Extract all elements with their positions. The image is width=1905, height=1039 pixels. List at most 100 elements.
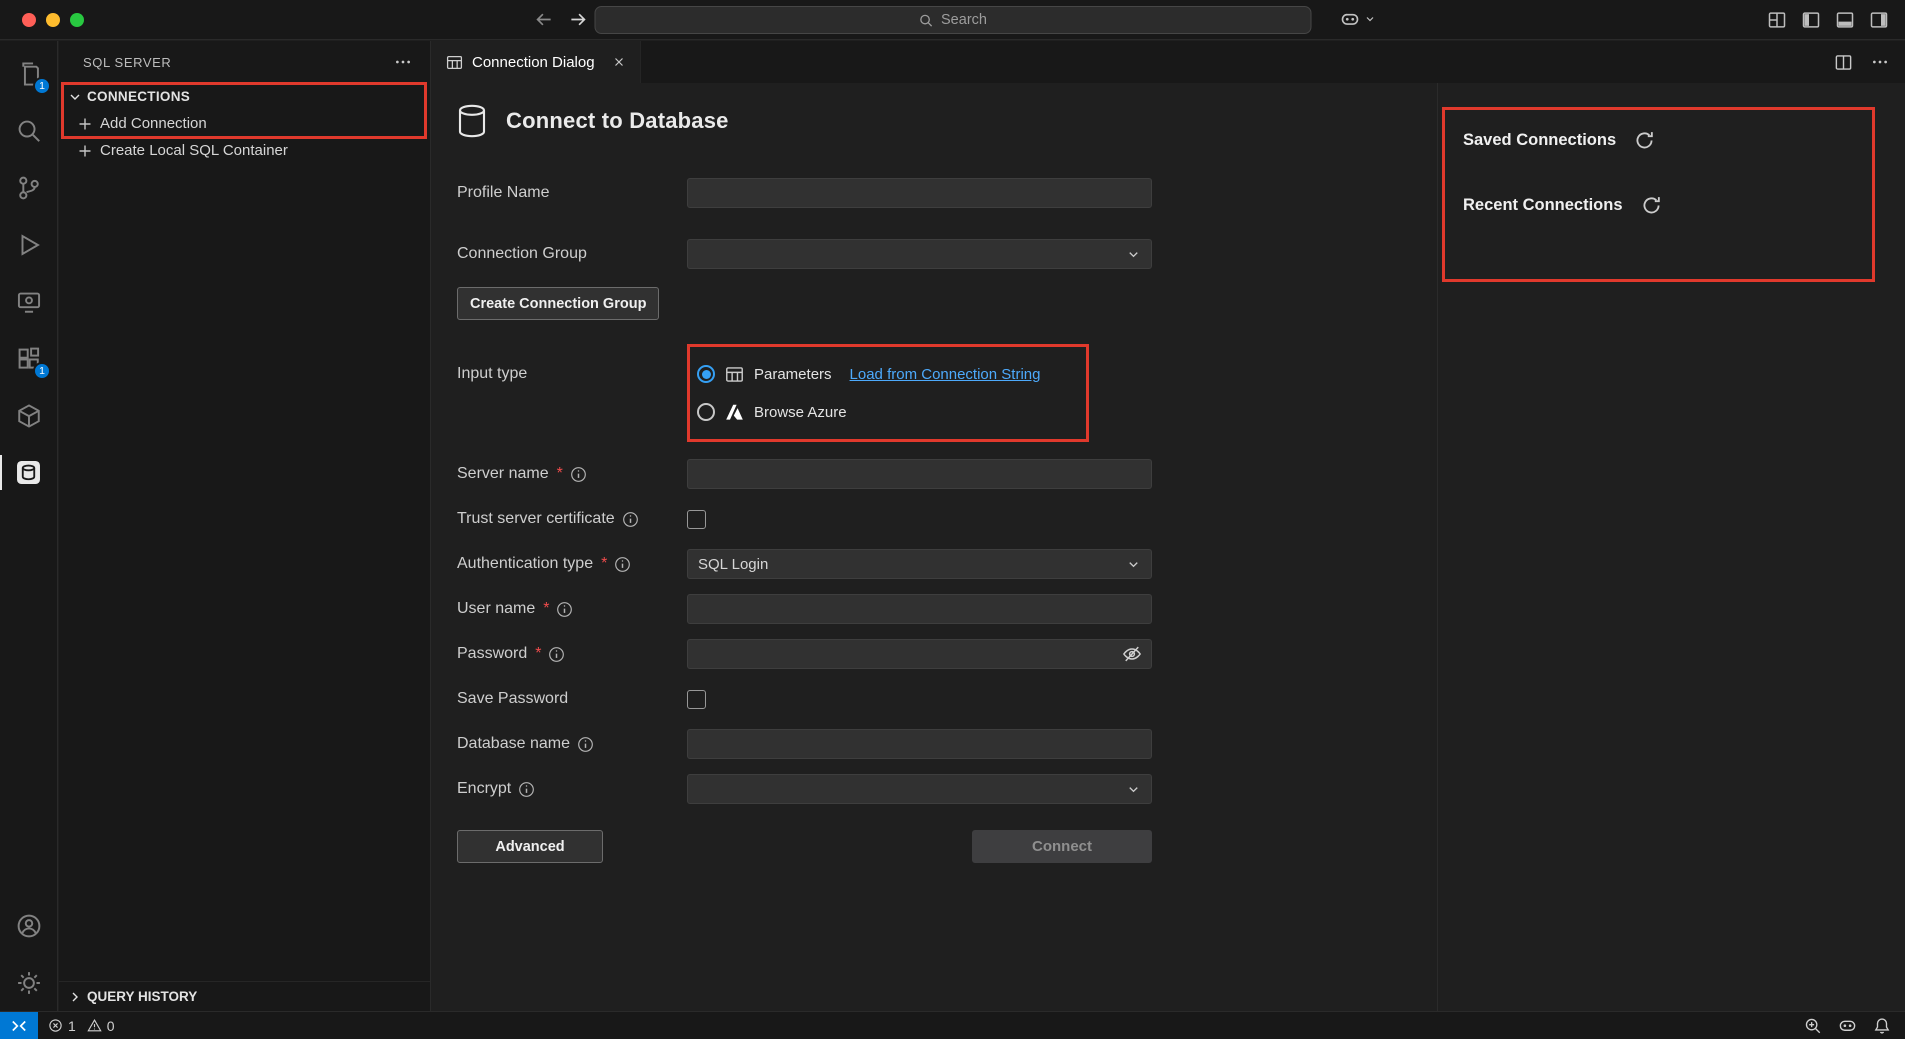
error-icon	[48, 1018, 63, 1033]
eye-slash-icon[interactable]	[1122, 644, 1142, 664]
toggle-panel-icon[interactable]	[1835, 10, 1855, 30]
customize-layout-icon[interactable]	[1767, 10, 1787, 30]
close-tab-icon[interactable]	[612, 55, 626, 69]
gear-icon	[16, 970, 42, 996]
authentication-type-select[interactable]: SQL Login	[687, 549, 1152, 579]
connection-dialog-tab-icon	[446, 54, 463, 71]
info-icon[interactable]	[518, 781, 535, 798]
search-icon	[918, 13, 933, 28]
source-control-branch-icon	[16, 175, 42, 201]
connection-group-select[interactable]	[687, 239, 1152, 269]
load-from-connection-string-link[interactable]: Load from Connection String	[850, 366, 1041, 383]
encrypt-select[interactable]	[687, 774, 1152, 804]
bell-icon[interactable]	[1873, 1017, 1891, 1035]
title-bar: Search	[0, 0, 1905, 40]
trust-server-certificate-row: Trust server certificate	[457, 503, 1437, 535]
toggle-secondary-sidebar-icon[interactable]	[1869, 10, 1889, 30]
authentication-type-row: Authentication type * SQL Login	[457, 548, 1437, 580]
command-center-search[interactable]: Search	[594, 6, 1311, 34]
parameters-table-icon	[725, 365, 744, 384]
create-connection-group-row: Create Connection Group	[457, 287, 1437, 320]
search-placeholder: Search	[941, 12, 987, 28]
editor-more-actions-icon[interactable]	[1871, 53, 1889, 71]
tab-connection-dialog[interactable]: Connection Dialog	[432, 41, 641, 83]
split-editor-icon[interactable]	[1834, 53, 1853, 72]
refresh-icon[interactable]	[1641, 195, 1662, 216]
user-name-input[interactable]	[687, 594, 1152, 624]
info-icon[interactable]	[570, 466, 587, 483]
zoom-in-icon[interactable]	[1804, 1017, 1822, 1035]
problems-status[interactable]: 1 0	[48, 1018, 121, 1034]
plus-icon	[77, 143, 93, 159]
close-window-button[interactable]	[22, 13, 36, 27]
info-icon[interactable]	[556, 601, 573, 618]
maximize-window-button[interactable]	[70, 13, 84, 27]
toggle-primary-sidebar-icon[interactable]	[1801, 10, 1821, 30]
minimize-window-button[interactable]	[46, 13, 60, 27]
copilot-icon[interactable]	[1838, 1016, 1857, 1035]
save-password-checkbox[interactable]	[687, 690, 706, 709]
encrypt-row: Encrypt	[457, 773, 1437, 805]
search-icon	[16, 118, 42, 144]
activity-bar-search[interactable]	[0, 102, 57, 159]
profile-name-input[interactable]	[687, 178, 1152, 208]
vscode-window: Search	[0, 0, 1905, 1039]
connections-block: CONNECTIONS Add Connection	[59, 83, 430, 137]
query-history-section-header[interactable]: QUERY HISTORY	[59, 981, 430, 1011]
copilot-menu[interactable]	[1340, 9, 1376, 29]
cube-icon	[16, 403, 42, 429]
trust-server-certificate-checkbox[interactable]	[687, 510, 706, 529]
password-input[interactable]	[687, 639, 1152, 669]
refresh-icon[interactable]	[1634, 130, 1655, 151]
activity-bar-explorer[interactable]: 1	[0, 45, 57, 102]
run-debug-icon	[16, 232, 42, 258]
remote-indicator[interactable]	[0, 1012, 38, 1039]
navigate-forward-icon[interactable]	[569, 10, 588, 29]
password-row: Password *	[457, 638, 1437, 670]
connections-section-header[interactable]: CONNECTIONS	[59, 83, 430, 110]
explorer-badge: 1	[33, 77, 51, 95]
activity-bar-source-control[interactable]	[0, 159, 57, 216]
info-icon[interactable]	[548, 646, 565, 663]
info-icon[interactable]	[577, 736, 594, 753]
copilot-icon	[1340, 9, 1360, 29]
warning-icon	[87, 1018, 102, 1033]
editor-area: Connection Dialog	[432, 41, 1905, 1011]
advanced-button[interactable]: Advanced	[457, 830, 603, 863]
activity-bar-sql-server[interactable]	[0, 444, 57, 501]
info-icon[interactable]	[622, 511, 639, 528]
activity-bar-remote-explorer[interactable]	[0, 273, 57, 330]
server-name-input[interactable]	[687, 459, 1152, 489]
sidebar-title: SQL SERVER	[83, 55, 171, 70]
connection-dialog-webview: Connect to Database Profile Name Connect…	[432, 83, 1905, 1011]
warning-count: 0	[107, 1018, 115, 1034]
server-name-row: Server name *	[457, 458, 1437, 490]
error-count: 1	[68, 1018, 76, 1034]
database-name-input[interactable]	[687, 729, 1152, 759]
extensions-badge: 1	[33, 362, 51, 380]
chevron-down-icon	[67, 89, 83, 105]
activity-bar-settings[interactable]	[0, 954, 57, 1011]
browse-azure-radio[interactable]	[697, 403, 715, 421]
chevron-down-icon	[1126, 782, 1141, 797]
database-name-row: Database name	[457, 728, 1437, 760]
database-icon	[456, 103, 488, 139]
create-local-sql-container-item[interactable]: Create Local SQL Container	[59, 137, 430, 164]
navigate-back-icon[interactable]	[534, 10, 553, 29]
activity-bar-run-debug[interactable]	[0, 216, 57, 273]
activity-bar: 1 1	[0, 41, 58, 1011]
parameters-radio-row: Parameters Load from Connection String	[687, 355, 1152, 393]
info-icon[interactable]	[614, 556, 631, 573]
azure-icon	[725, 404, 744, 421]
parameters-radio[interactable]	[697, 365, 715, 383]
profile-name-row: Profile Name	[457, 177, 1437, 209]
activity-bar-containers[interactable]	[0, 387, 57, 444]
add-connection-item[interactable]: Add Connection	[59, 110, 430, 137]
connect-button[interactable]: Connect	[972, 830, 1152, 863]
account-icon	[16, 913, 42, 939]
connections-panel: Saved Connections Recent Connections	[1437, 83, 1905, 1011]
activity-bar-accounts[interactable]	[0, 897, 57, 954]
more-actions-icon[interactable]	[394, 53, 412, 71]
activity-bar-extensions[interactable]: 1	[0, 330, 57, 387]
create-connection-group-button[interactable]: Create Connection Group	[457, 287, 659, 320]
